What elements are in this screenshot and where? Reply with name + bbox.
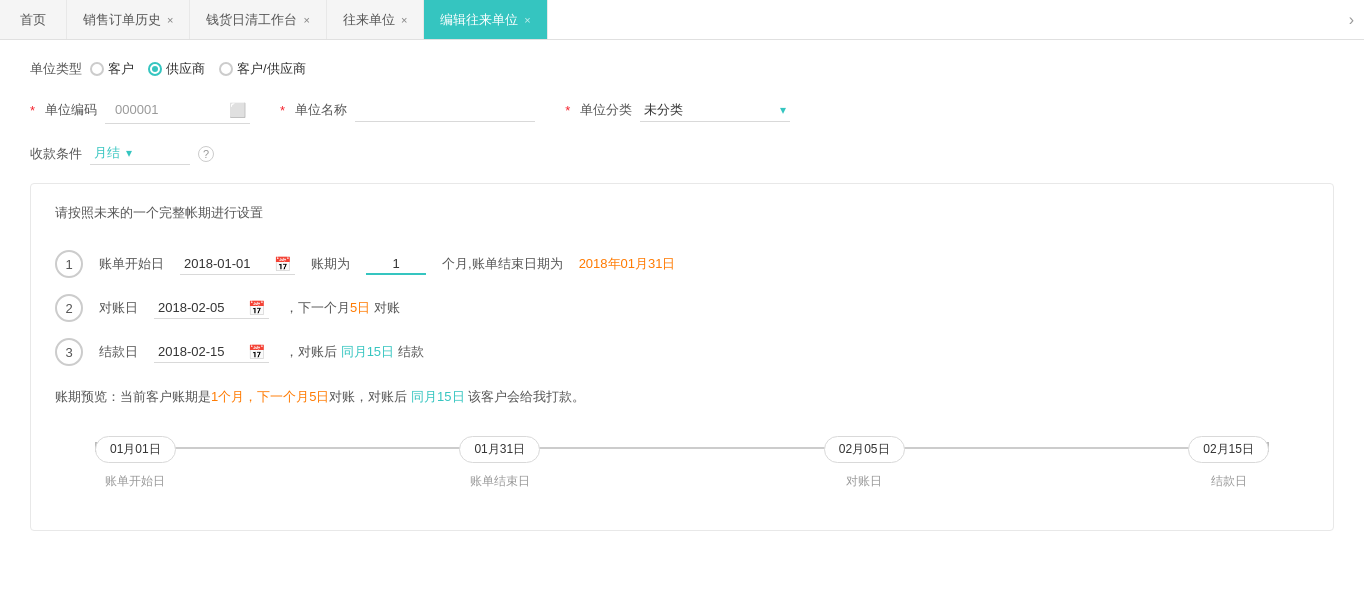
close-icon[interactable]: × xyxy=(167,14,173,26)
name-label: 单位名称 xyxy=(295,101,347,119)
close-icon[interactable]: × xyxy=(524,14,530,26)
timeline-node-2: 02月05日 对账日 xyxy=(824,436,905,490)
step-3-highlight: 同月15日 xyxy=(341,344,394,359)
step-3-date-wrapper: 📅 xyxy=(154,342,269,363)
step-1-row: 1 账单开始日 📅 账期为 个月,账单结束日期为 2018年01月31日 xyxy=(55,242,1309,286)
tl-sub-1: 账单结束日 xyxy=(470,473,530,490)
code-group: * 单位编码 ⬜ xyxy=(30,96,250,124)
timeline-node-0: 01月01日 账单开始日 xyxy=(95,436,176,490)
radio-customer-circle xyxy=(90,62,104,76)
radio-both[interactable]: 客户/供应商 xyxy=(219,60,306,78)
radio-supplier-label: 供应商 xyxy=(166,60,205,78)
tl-sub-2: 对账日 xyxy=(846,473,882,490)
step-3-label: 结款日 xyxy=(99,343,138,361)
tl-badge-2: 02月05日 xyxy=(824,436,905,463)
radio-both-circle xyxy=(219,62,233,76)
step-1-num: 1 xyxy=(55,250,83,278)
category-group: * 单位分类 未分类 ▾ xyxy=(565,99,790,122)
radio-customer[interactable]: 客户 xyxy=(90,60,134,78)
panel-title: 请按照未来的一个完整帐期进行设置 xyxy=(55,204,1309,222)
step-1-period-prefix: 账期为 xyxy=(311,255,350,273)
step-2-row: 2 对账日 📅 ，下一个月5日 对账 xyxy=(55,286,1309,330)
unit-type-group: 单位类型 客户 供应商 客户/供应商 xyxy=(30,60,306,78)
radio-supplier-circle xyxy=(148,62,162,76)
step-1-period-unit: 个月,账单结束日期为 xyxy=(442,255,563,273)
main-content: 单位类型 客户 供应商 客户/供应商 * 单位编码 xyxy=(0,40,1364,608)
tl-badge-1: 01月31日 xyxy=(459,436,540,463)
tab-partner[interactable]: 往来单位 × xyxy=(327,0,424,39)
name-input[interactable]: 河南供应商22 xyxy=(355,98,535,122)
step-1-period-end: 2018年01月31日 xyxy=(579,255,676,273)
close-icon[interactable]: × xyxy=(303,14,309,26)
step-1-date-input[interactable] xyxy=(184,256,274,271)
step-3-desc: ，对账后 同月15日 结款 xyxy=(285,343,424,361)
tab-expand-button[interactable]: › xyxy=(1339,0,1364,39)
copy-icon[interactable]: ⬜ xyxy=(229,102,246,118)
tab-cash-workbench[interactable]: 钱货日清工作台 × xyxy=(190,0,326,39)
preview-middle: 对账，对账后 xyxy=(329,389,407,404)
category-label: 单位分类 xyxy=(580,101,632,119)
month-input[interactable] xyxy=(366,254,426,275)
name-group: * 单位名称 河南供应商22 xyxy=(280,98,535,122)
code-label: 单位编码 xyxy=(45,101,97,119)
payment-chevron-icon: ▾ xyxy=(126,146,132,160)
timeline-nodes: 01月01日 账单开始日 01月31日 账单结束日 02月05日 对账日 02月… xyxy=(95,436,1269,490)
unit-type-radio-group: 客户 供应商 客户/供应商 xyxy=(90,60,306,78)
required-star2: * xyxy=(280,103,285,118)
step-1-date-wrapper: 📅 xyxy=(180,254,295,275)
payment-row: 收款条件 月结 ▾ ? xyxy=(30,142,1334,165)
step-3-row: 3 结款日 📅 ，对账后 同月15日 结款 xyxy=(55,330,1309,374)
step-2-date-wrapper: 📅 xyxy=(154,298,269,319)
tab-bar: 首页 销售订单历史 × 钱货日清工作台 × 往来单位 × 编辑往来单位 × › xyxy=(0,0,1364,40)
radio-both-label: 客户/供应商 xyxy=(237,60,306,78)
category-value: 未分类 xyxy=(644,101,683,119)
required-star3: * xyxy=(565,103,570,118)
payment-select[interactable]: 月结 ▾ xyxy=(90,142,190,165)
code-input[interactable] xyxy=(109,98,229,121)
calendar-icon-1[interactable]: 📅 xyxy=(274,256,291,272)
calendar-icon-2[interactable]: 📅 xyxy=(248,300,265,316)
payment-label: 收款条件 xyxy=(30,145,82,163)
step-3-num: 3 xyxy=(55,338,83,366)
tab-home[interactable]: 首页 xyxy=(0,0,67,39)
preview-part1: 1个月， xyxy=(211,389,257,404)
timeline-node-1: 01月31日 账单结束日 xyxy=(459,436,540,490)
unit-type-label: 单位类型 xyxy=(30,60,82,78)
required-star: * xyxy=(30,103,35,118)
timeline: 01月01日 账单开始日 01月31日 账单结束日 02月05日 对账日 02月… xyxy=(55,426,1309,510)
tab-edit-partner[interactable]: 编辑往来单位 × xyxy=(424,0,547,39)
radio-supplier[interactable]: 供应商 xyxy=(148,60,205,78)
step-2-highlight: 5日 xyxy=(350,300,370,315)
category-chevron-icon: ▾ xyxy=(780,103,786,117)
step-2-label: 对账日 xyxy=(99,299,138,317)
tl-sub-3: 结款日 xyxy=(1211,473,1247,490)
payment-group: 收款条件 月结 ▾ ? xyxy=(30,142,214,165)
preview-part2: 下一个月5日 xyxy=(257,389,329,404)
preview-suffix: 该客户会给我打款。 xyxy=(468,389,585,404)
code-input-wrapper: ⬜ xyxy=(105,96,250,124)
payment-value: 月结 xyxy=(94,144,120,162)
timeline-node-3: 02月15日 结款日 xyxy=(1188,436,1269,490)
code-name-row: * 单位编码 ⬜ * 单位名称 河南供应商22 * 单位分类 未分类 ▾ xyxy=(30,96,1334,124)
category-select[interactable]: 未分类 ▾ xyxy=(640,99,790,122)
unit-type-row: 单位类型 客户 供应商 客户/供应商 xyxy=(30,60,1334,78)
radio-customer-label: 客户 xyxy=(108,60,134,78)
step-1-label: 账单开始日 xyxy=(99,255,164,273)
help-icon[interactable]: ? xyxy=(198,146,214,162)
preview-part3: 同月15日 xyxy=(411,389,464,404)
step-3-date-input[interactable] xyxy=(158,344,248,359)
close-icon[interactable]: × xyxy=(401,14,407,26)
step-2-desc: ，下一个月5日 对账 xyxy=(285,299,400,317)
tl-sub-0: 账单开始日 xyxy=(105,473,165,490)
settings-panel: 请按照未来的一个完整帐期进行设置 1 账单开始日 📅 账期为 个月,账单结束日期… xyxy=(30,183,1334,531)
tab-sales-history[interactable]: 销售订单历史 × xyxy=(67,0,190,39)
tl-badge-3: 02月15日 xyxy=(1188,436,1269,463)
tl-badge-0: 01月01日 xyxy=(95,436,176,463)
step-2-num: 2 xyxy=(55,294,83,322)
step-2-date-input[interactable] xyxy=(158,300,248,315)
preview-text: 账期预览：当前客户账期是1个月，下一个月5日对账，对账后 同月15日 该客户会给… xyxy=(55,374,1309,426)
calendar-icon-3[interactable]: 📅 xyxy=(248,344,265,360)
